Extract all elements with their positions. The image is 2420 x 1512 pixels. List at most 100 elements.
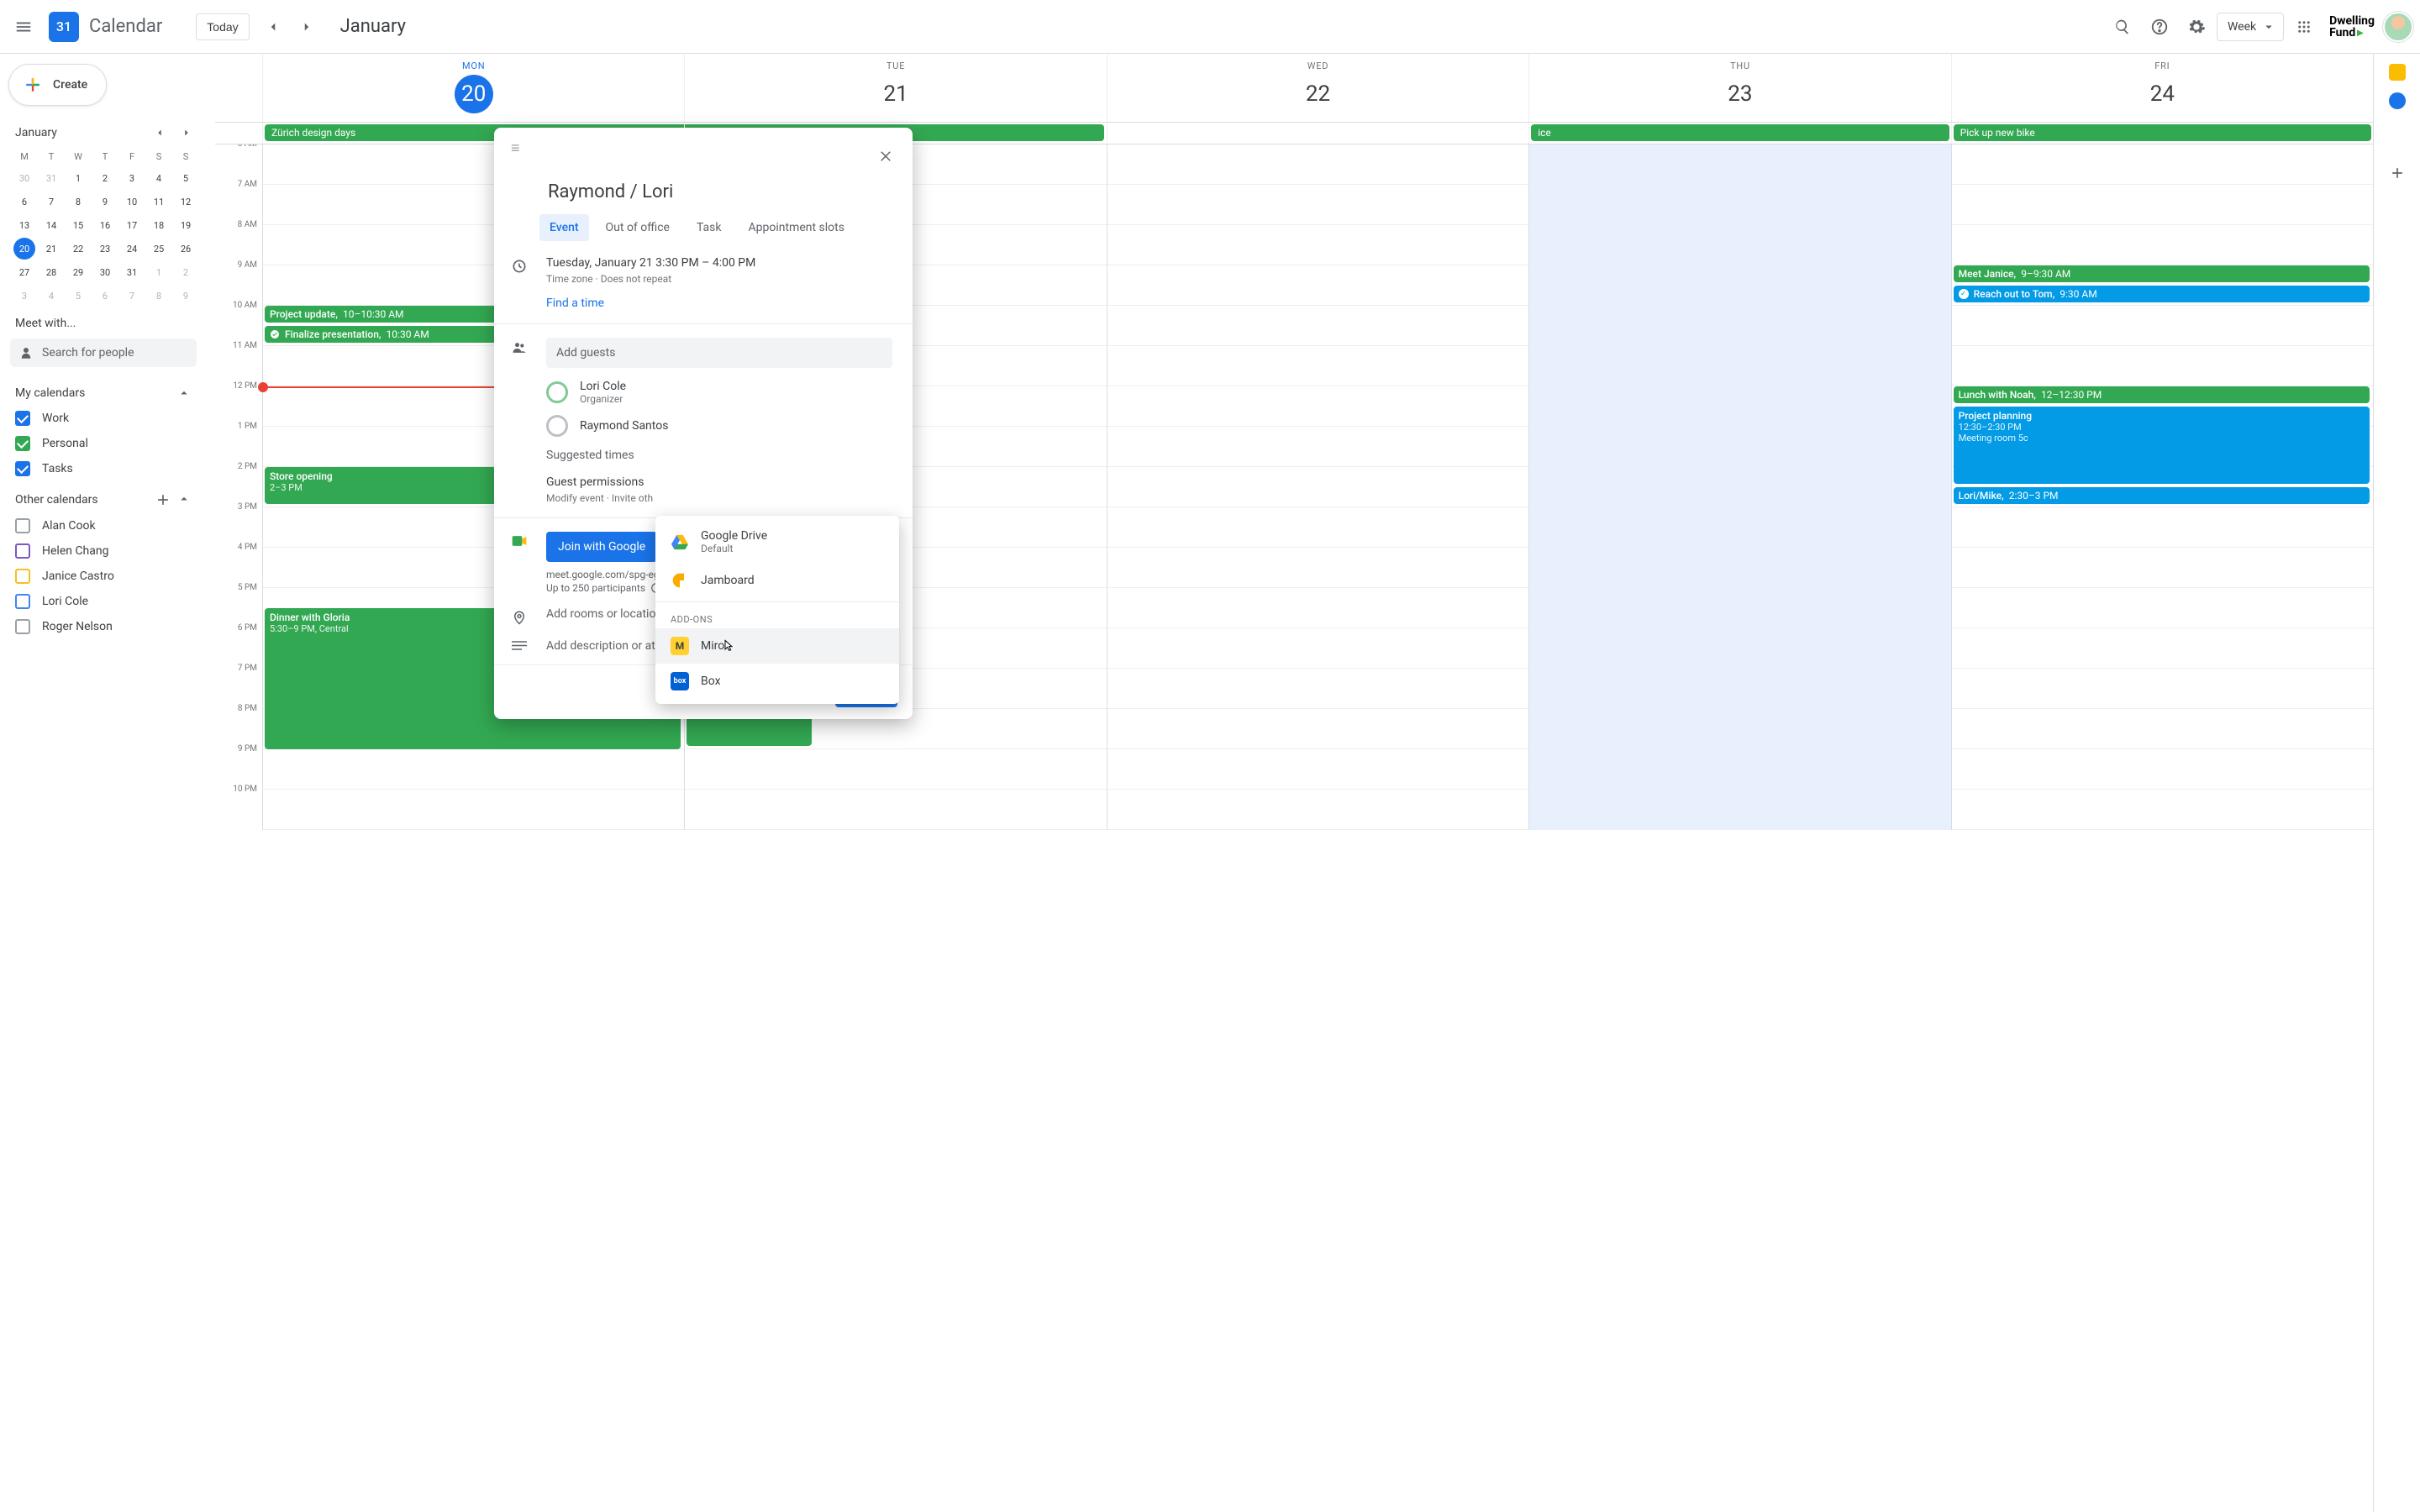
menu-item-box[interactable]: box Box	[655, 664, 899, 699]
calendar-item[interactable]: Lori Cole	[8, 589, 198, 614]
mini-day[interactable]: 17	[121, 214, 143, 236]
mini-day[interactable]: 20	[13, 238, 35, 260]
day-column-fri[interactable]: Meet Janice, 9–9:30 AM✓ Reach out to Tom…	[1951, 144, 2373, 830]
search-icon[interactable]	[2106, 10, 2139, 44]
guest-row[interactable]: Lori ColeOrganizer	[546, 375, 892, 410]
drag-handle-icon[interactable]: ≡	[511, 139, 518, 173]
suggested-times-link[interactable]: Suggested times	[546, 449, 634, 462]
mini-day[interactable]: 3	[13, 285, 35, 307]
main-menu-icon[interactable]	[7, 10, 40, 44]
today-button[interactable]: Today	[196, 13, 249, 40]
menu-item-drive[interactable]: Google DriveDefault	[655, 521, 899, 563]
day-column-thu[interactable]	[1528, 144, 1950, 830]
chevron-up-icon[interactable]	[176, 386, 192, 401]
mini-day[interactable]: 1	[148, 261, 170, 283]
guest-row[interactable]: Raymond Santos	[546, 410, 892, 442]
mini-day[interactable]: 15	[67, 214, 89, 236]
mini-day[interactable]: 23	[94, 238, 116, 260]
keep-addon-icon[interactable]	[2389, 64, 2406, 81]
mini-day[interactable]: 18	[148, 214, 170, 236]
guest-permissions-detail[interactable]: Modify event · Invite oth	[546, 492, 892, 504]
menu-item-miro[interactable]: M Miro	[655, 628, 899, 664]
mini-day[interactable]: 2	[94, 167, 116, 189]
mini-day[interactable]: 6	[94, 285, 116, 307]
menu-item-jamboard[interactable]: Jamboard	[655, 563, 899, 598]
mini-day[interactable]: 9	[175, 285, 197, 307]
mini-day[interactable]: 4	[148, 167, 170, 189]
view-selector[interactable]: Week	[2217, 13, 2284, 41]
mini-day[interactable]: 4	[40, 285, 62, 307]
search-people-input[interactable]: Search for people	[10, 339, 197, 367]
mini-day[interactable]: 14	[40, 214, 62, 236]
mini-day[interactable]: 5	[67, 285, 89, 307]
tasks-addon-icon[interactable]	[2389, 92, 2406, 109]
mini-day[interactable]: 22	[67, 238, 89, 260]
help-icon[interactable]	[2143, 10, 2176, 44]
chevron-up-icon[interactable]	[176, 491, 192, 507]
mini-day[interactable]: 19	[175, 214, 197, 236]
close-icon[interactable]	[869, 139, 902, 173]
mini-day[interactable]: 25	[148, 238, 170, 260]
mini-day[interactable]: 16	[94, 214, 116, 236]
user-avatar[interactable]	[2383, 12, 2413, 42]
event-datetime[interactable]: Tuesday, January 21 3:30 PM – 4:00 PM	[546, 256, 892, 270]
calendar-item[interactable]: Work	[8, 406, 198, 431]
event-tab[interactable]: Event	[539, 214, 589, 241]
mini-day[interactable]: 30	[13, 167, 35, 189]
calendar-item[interactable]: Alan Cook	[8, 513, 198, 538]
mini-day[interactable]: 31	[121, 261, 143, 283]
mini-day[interactable]: 9	[94, 191, 116, 213]
calendar-item[interactable]: Helen Chang	[8, 538, 198, 564]
calendar-item[interactable]: Personal	[8, 431, 198, 456]
mini-day[interactable]: 1	[67, 167, 89, 189]
allday-event[interactable]: Pick up new bike	[1954, 124, 2371, 141]
event-title[interactable]: Raymond / Lori	[494, 181, 913, 202]
mini-day[interactable]: 26	[175, 238, 197, 260]
mini-day[interactable]: 24	[121, 238, 143, 260]
add-calendar-icon[interactable]	[155, 491, 171, 508]
mini-day[interactable]: 7	[121, 285, 143, 307]
event-tz[interactable]: Time zone · Does not repeat	[546, 273, 892, 285]
mini-day[interactable]: 7	[40, 191, 62, 213]
calendar-event[interactable]: Lunch with Noah, 12–12:30 PM	[1954, 386, 2370, 403]
mini-day[interactable]: 5	[175, 167, 197, 189]
mini-day[interactable]: 8	[67, 191, 89, 213]
mini-day[interactable]: 6	[13, 191, 35, 213]
mini-day[interactable]: 11	[148, 191, 170, 213]
add-guests-input[interactable]: Add guests	[546, 338, 892, 368]
calendar-event[interactable]: Meet Janice, 9–9:30 AM	[1954, 265, 2370, 282]
add-location-input[interactable]: Add rooms or locatio	[546, 607, 655, 621]
mini-day[interactable]: 28	[40, 261, 62, 283]
mini-day[interactable]: 30	[94, 261, 116, 283]
mini-day[interactable]: 2	[175, 261, 197, 283]
mini-day[interactable]: 31	[40, 167, 62, 189]
calendar-item[interactable]: Tasks	[8, 456, 198, 481]
mini-next-button[interactable]	[175, 121, 198, 144]
mini-day[interactable]: 29	[67, 261, 89, 283]
mini-calendar[interactable]: MTWTFSS303112345678910111213141516171819…	[8, 148, 198, 307]
event-tab[interactable]: Task	[687, 214, 732, 241]
event-tab[interactable]: Appointment slots	[739, 214, 855, 241]
mini-day[interactable]: 3	[121, 167, 143, 189]
find-time-link[interactable]: Find a time	[546, 297, 892, 310]
mini-day[interactable]: 21	[40, 238, 62, 260]
calendar-event[interactable]: Project planning12:30–2:30 PMMeeting roo…	[1954, 407, 2370, 484]
calendar-item[interactable]: Roger Nelson	[8, 614, 198, 639]
allday-event[interactable]: ice	[1531, 124, 1949, 141]
prev-week-button[interactable]	[256, 10, 290, 44]
settings-gear-icon[interactable]	[2180, 10, 2213, 44]
mini-day[interactable]: 8	[148, 285, 170, 307]
get-addons-icon[interactable]	[2382, 158, 2412, 188]
join-meet-button[interactable]: Join with Google	[546, 532, 657, 562]
my-calendars-label[interactable]: My calendars	[15, 386, 85, 400]
mini-day[interactable]: 10	[121, 191, 143, 213]
create-button[interactable]: Create	[8, 64, 107, 106]
other-calendars-label[interactable]: Other calendars	[15, 493, 98, 507]
mini-day[interactable]: 13	[13, 214, 35, 236]
calendar-event[interactable]: Lori/Mike, 2:30–3 PM	[1954, 487, 2370, 504]
event-tab[interactable]: Out of office	[596, 214, 680, 241]
google-apps-icon[interactable]	[2287, 10, 2321, 44]
calendar-item[interactable]: Janice Castro	[8, 564, 198, 589]
mini-day[interactable]: 12	[175, 191, 197, 213]
next-week-button[interactable]	[290, 10, 324, 44]
